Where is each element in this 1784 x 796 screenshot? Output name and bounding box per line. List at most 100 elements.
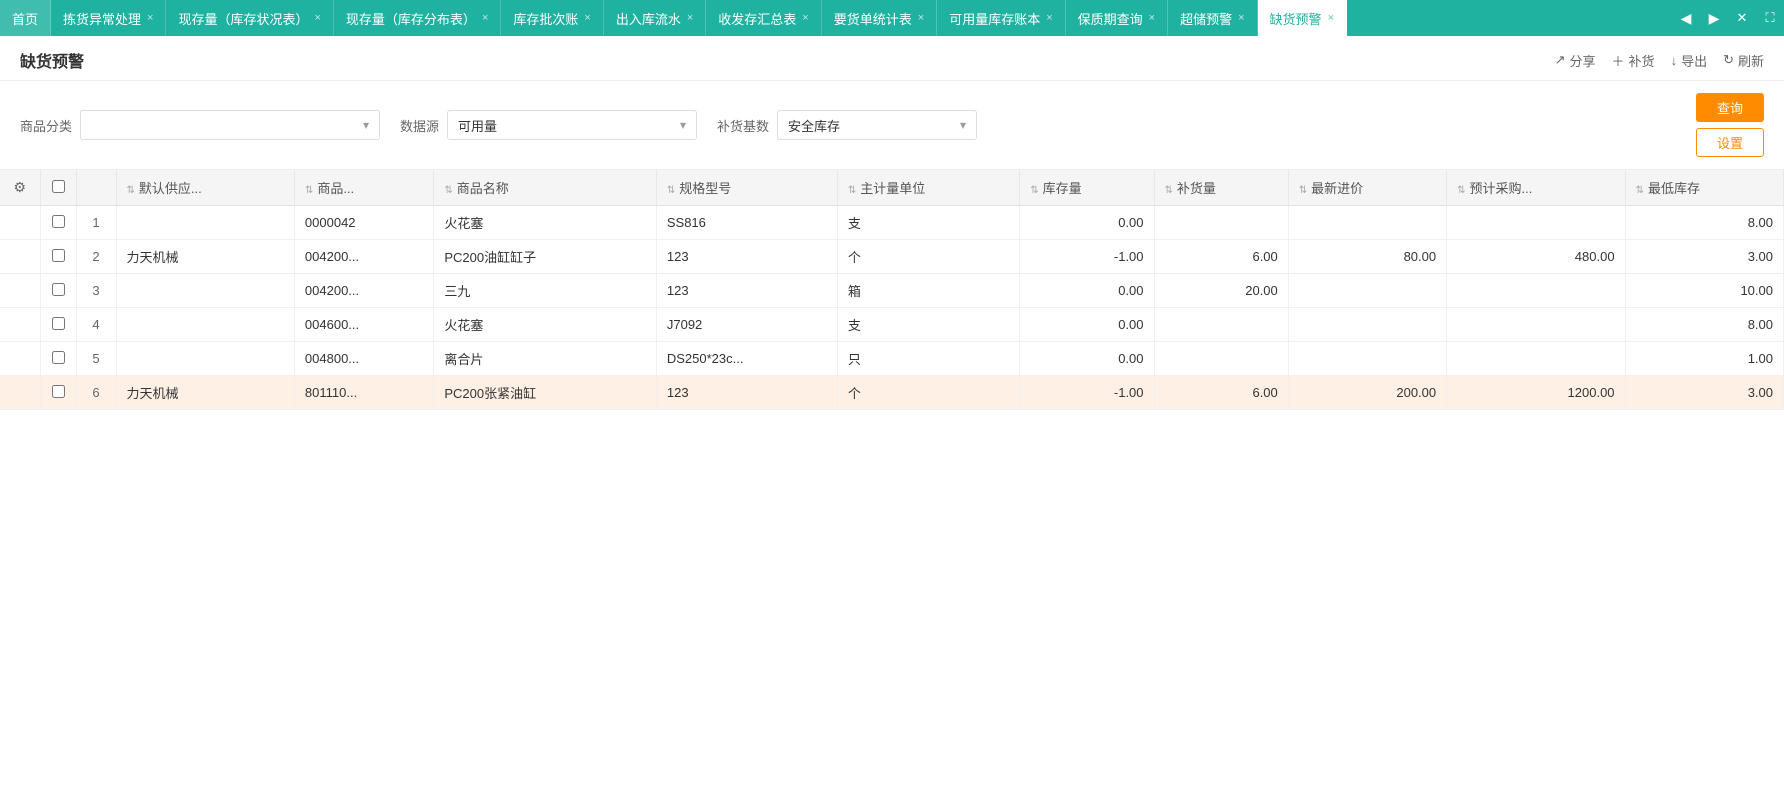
col-restock-qty: ⇅补货量 xyxy=(1154,170,1288,206)
row-latest-price: 80.00 xyxy=(1288,240,1446,274)
row-checkbox[interactable] xyxy=(52,385,65,398)
row-min-stock: 10.00 xyxy=(1625,274,1783,308)
tab-item-inventory-dist[interactable]: 现存量（库存分布表）× xyxy=(334,0,501,36)
query-button[interactable]: 查询 xyxy=(1696,93,1764,122)
row-restock-qty xyxy=(1154,206,1288,240)
restock-base-select[interactable]: 安全库存 ▾ xyxy=(777,110,977,140)
row-stock-qty: -1.00 xyxy=(1020,376,1154,410)
tab-close-all-button[interactable]: ✕ xyxy=(1728,0,1756,36)
table-header-row: ⚙ ⇅默认供应... ⇅商品... ⇅商品名称 ⇅规格型号 ⇅主计量单位 ⇅库存… xyxy=(0,170,1784,206)
category-chevron-icon: ▾ xyxy=(363,118,369,132)
tab-label: 要货单统计表 xyxy=(834,9,912,28)
refresh-label: 刷新 xyxy=(1738,51,1764,70)
row-checkbox-cell xyxy=(40,376,76,410)
row-product-name: PC200张紧油缸 xyxy=(434,376,656,410)
tab-close-icon[interactable]: × xyxy=(1046,12,1052,24)
row-min-stock: 3.00 xyxy=(1625,376,1783,410)
tab-label: 收发存汇总表 xyxy=(718,9,796,28)
tab-close-icon[interactable]: × xyxy=(584,12,590,24)
gear-icon[interactable]: ⚙ xyxy=(11,179,29,197)
datasource-chevron-icon: ▾ xyxy=(680,118,686,132)
tab-close-icon[interactable]: × xyxy=(802,12,808,24)
row-stock-qty: 0.00 xyxy=(1020,342,1154,376)
export-button[interactable]: ↓ 导出 xyxy=(1671,51,1708,70)
row-supplier xyxy=(116,308,294,342)
tab-item-demand-stat[interactable]: 要货单统计表 × xyxy=(822,0,937,36)
settings-button[interactable]: 设置 xyxy=(1696,128,1764,157)
tab-item-shortage[interactable]: 缺货预警 × xyxy=(1258,0,1347,36)
tab-close-icon[interactable]: × xyxy=(1238,12,1244,24)
table-row: 2力天机械004200...PC200油缸缸子123个-1.006.0080.0… xyxy=(0,240,1784,274)
restock-label: 补货 xyxy=(1629,51,1655,70)
category-select[interactable]: ▾ xyxy=(80,110,380,140)
tab-item-home[interactable]: 首页 xyxy=(0,0,51,36)
row-product-code: 801110... xyxy=(294,376,433,410)
tab-item-exception[interactable]: 拣货异常处理× xyxy=(51,0,166,36)
tab-item-in-out-flow[interactable]: 出入库流水× xyxy=(604,0,706,36)
table-row: 3004200...三九123箱0.0020.0010.00 xyxy=(0,274,1784,308)
tab-item-receipt-summary[interactable]: 收发存汇总表 × xyxy=(706,0,821,36)
tab-close-icon[interactable]: × xyxy=(147,12,153,24)
table-row: 10000042火花塞SS816支0.008.00 xyxy=(0,206,1784,240)
row-product-name: 火花塞 xyxy=(434,206,656,240)
col-min-stock: ⇅最低库存 xyxy=(1625,170,1783,206)
row-checkbox[interactable] xyxy=(52,317,65,330)
row-gear-cell xyxy=(0,342,40,376)
row-checkbox[interactable] xyxy=(52,283,65,296)
tab-close-icon[interactable]: × xyxy=(314,12,320,24)
row-gear-cell xyxy=(0,274,40,308)
row-est-purchase xyxy=(1447,206,1625,240)
table-row: 6力天机械801110...PC200张紧油缸123个-1.006.00200.… xyxy=(0,376,1784,410)
tab-item-batch-account[interactable]: 库存批次账× xyxy=(501,0,603,36)
row-latest-price xyxy=(1288,206,1446,240)
tab-prev-button[interactable]: ◀ xyxy=(1672,0,1700,36)
tab-fullscreen-button[interactable]: ⛶ xyxy=(1756,0,1784,36)
row-checkbox[interactable] xyxy=(52,351,65,364)
tab-item-inventory-status[interactable]: 现存量（库存状况表）× xyxy=(166,0,333,36)
tab-label: 缺货预警 xyxy=(1270,9,1322,28)
col-est-purchase: ⇅预计采购... xyxy=(1447,170,1625,206)
col-spec: ⇅规格型号 xyxy=(656,170,837,206)
page-title: 缺货预警 xyxy=(20,48,84,72)
row-restock-qty xyxy=(1154,308,1288,342)
header-actions: ↗ 分享 ＋ 补货 ↓ 导出 ↻ 刷新 xyxy=(1555,51,1764,70)
tab-close-icon[interactable]: × xyxy=(482,12,488,24)
tab-item-available-ledger[interactable]: 可用量库存账本× xyxy=(937,0,1065,36)
row-number: 6 xyxy=(76,376,116,410)
row-stock-qty: -1.00 xyxy=(1020,240,1154,274)
tab-close-icon[interactable]: × xyxy=(687,12,693,24)
tab-close-icon[interactable]: × xyxy=(1328,12,1334,24)
select-all-checkbox[interactable] xyxy=(52,180,65,193)
row-restock-qty: 6.00 xyxy=(1154,376,1288,410)
datasource-select[interactable]: 可用量 ▾ xyxy=(447,110,697,140)
row-stock-qty: 0.00 xyxy=(1020,206,1154,240)
tab-next-button[interactable]: ▶ xyxy=(1700,0,1728,36)
main-content: 缺货预警 ↗ 分享 ＋ 补货 ↓ 导出 ↻ 刷新 商品分类 xyxy=(0,36,1784,796)
row-checkbox[interactable] xyxy=(52,249,65,262)
refresh-button[interactable]: ↻ 刷新 xyxy=(1723,51,1764,70)
restock-button[interactable]: ＋ 补货 xyxy=(1612,51,1655,70)
row-checkbox[interactable] xyxy=(52,215,65,228)
share-button[interactable]: ↗ 分享 xyxy=(1555,51,1596,70)
tab-item-overstock[interactable]: 超储预警× xyxy=(1168,0,1257,36)
row-est-purchase xyxy=(1447,308,1625,342)
row-number: 5 xyxy=(76,342,116,376)
row-unit: 只 xyxy=(837,342,1019,376)
row-unit: 箱 xyxy=(837,274,1019,308)
tab-bar: 首页拣货异常处理×现存量（库存状况表）×现存量（库存分布表）×库存批次账×出入库… xyxy=(0,0,1784,36)
col-settings[interactable]: ⚙ xyxy=(0,170,40,206)
data-table: ⚙ ⇅默认供应... ⇅商品... ⇅商品名称 ⇅规格型号 ⇅主计量单位 ⇅库存… xyxy=(0,170,1784,410)
row-min-stock: 8.00 xyxy=(1625,308,1783,342)
col-checkbox xyxy=(40,170,76,206)
category-label: 商品分类 xyxy=(20,116,72,135)
page-header: 缺货预警 ↗ 分享 ＋ 补货 ↓ 导出 ↻ 刷新 xyxy=(0,36,1784,81)
row-checkbox-cell xyxy=(40,274,76,308)
tab-item-expiry-query[interactable]: 保质期查询× xyxy=(1066,0,1168,36)
row-checkbox-cell xyxy=(40,240,76,274)
datasource-filter-group: 数据源 可用量 ▾ xyxy=(400,110,697,140)
table-row: 4004600...火花塞J7092支0.008.00 xyxy=(0,308,1784,342)
tab-close-icon[interactable]: × xyxy=(918,12,924,24)
tab-close-icon[interactable]: × xyxy=(1149,12,1155,24)
row-product-code: 004600... xyxy=(294,308,433,342)
row-product-code: 004200... xyxy=(294,240,433,274)
